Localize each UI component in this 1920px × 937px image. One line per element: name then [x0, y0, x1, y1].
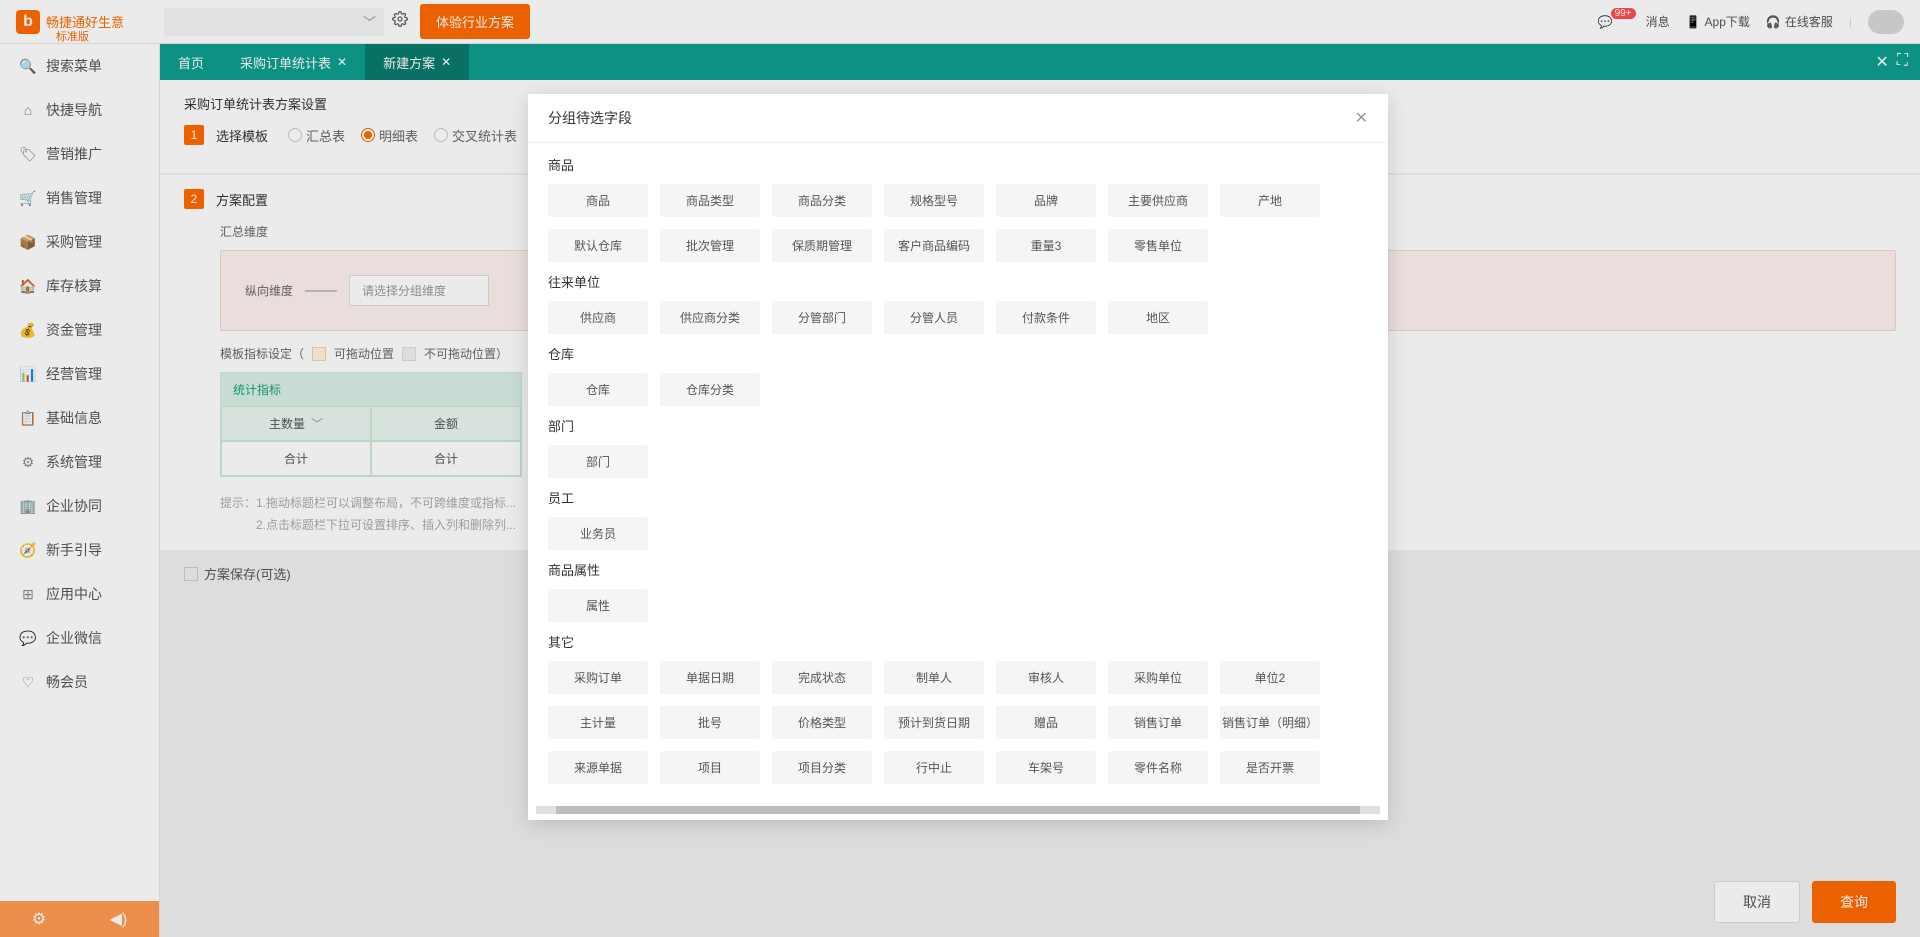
field-chip[interactable]: 零件名称: [1108, 751, 1208, 784]
field-chip[interactable]: 价格类型: [772, 706, 872, 739]
field-chip[interactable]: 分管人员: [884, 301, 984, 334]
field-chip[interactable]: 商品类型: [660, 184, 760, 217]
field-chip[interactable]: 是否开票: [1220, 751, 1320, 784]
field-chip[interactable]: 审核人: [996, 661, 1096, 694]
field-chip[interactable]: 批次管理: [660, 229, 760, 262]
field-chip[interactable]: 赠品: [996, 706, 1096, 739]
chip-row: 属性: [548, 589, 1368, 622]
group-title: 其它: [548, 632, 1368, 651]
field-chip[interactable]: 业务员: [548, 517, 648, 550]
field-chip[interactable]: 销售订单（明细）: [1220, 706, 1320, 739]
chip-row: 仓库仓库分类: [548, 373, 1368, 406]
field-chip[interactable]: 销售订单: [1108, 706, 1208, 739]
field-group-4: 员工业务员: [548, 488, 1368, 550]
chip-row: 业务员: [548, 517, 1368, 550]
field-selector-modal: 分组待选字段 ✕ 商品商品商品类型商品分类规格型号品牌主要供应商产地默认仓库批次…: [528, 94, 1388, 820]
field-chip[interactable]: 项目分类: [772, 751, 872, 784]
chip-row: 商品商品类型商品分类规格型号品牌主要供应商产地默认仓库批次管理保质期管理客户商品…: [548, 184, 1368, 262]
field-chip[interactable]: 仓库: [548, 373, 648, 406]
field-chip[interactable]: 主计量: [548, 706, 648, 739]
field-chip[interactable]: 品牌: [996, 184, 1096, 217]
horizontal-scrollbar[interactable]: [536, 806, 1380, 814]
group-title: 部门: [548, 416, 1368, 435]
field-chip[interactable]: 保质期管理: [772, 229, 872, 262]
field-chip[interactable]: 部门: [548, 445, 648, 478]
field-chip[interactable]: 地区: [1108, 301, 1208, 334]
modal-header: 分组待选字段 ✕: [528, 94, 1388, 143]
field-chip[interactable]: 供应商: [548, 301, 648, 334]
field-chip[interactable]: 主要供应商: [1108, 184, 1208, 217]
field-chip[interactable]: 完成状态: [772, 661, 872, 694]
field-chip[interactable]: 预计到货日期: [884, 706, 984, 739]
field-chip[interactable]: 付款条件: [996, 301, 1096, 334]
field-chip[interactable]: 行中止: [884, 751, 984, 784]
field-group-2: 仓库仓库仓库分类: [548, 344, 1368, 406]
field-group-5: 商品属性属性: [548, 560, 1368, 622]
group-title: 仓库: [548, 344, 1368, 363]
group-title: 商品: [548, 155, 1368, 174]
field-chip[interactable]: 零售单位: [1108, 229, 1208, 262]
field-group-1: 往来单位供应商供应商分类分管部门分管人员付款条件地区: [548, 272, 1368, 334]
field-chip[interactable]: 单位2: [1220, 661, 1320, 694]
field-chip[interactable]: 采购单位: [1108, 661, 1208, 694]
chip-row: 部门: [548, 445, 1368, 478]
chip-row: 采购订单单据日期完成状态制单人审核人采购单位单位2 主计量批号价格类型预计到货日期…: [548, 661, 1368, 784]
field-chip[interactable]: 项目: [660, 751, 760, 784]
field-chip[interactable]: 属性: [548, 589, 648, 622]
field-chip[interactable]: 单据日期: [660, 661, 760, 694]
field-chip[interactable]: 默认仓库: [548, 229, 648, 262]
field-group-6: 其它采购订单单据日期完成状态制单人审核人采购单位单位2 主计量批号价格类型预计到货…: [548, 632, 1368, 784]
close-icon[interactable]: ✕: [1355, 108, 1368, 128]
field-chip[interactable]: 规格型号: [884, 184, 984, 217]
field-chip[interactable]: 车架号: [996, 751, 1096, 784]
field-chip[interactable]: 产地: [1220, 184, 1320, 217]
field-chip[interactable]: 客户商品编码: [884, 229, 984, 262]
group-title: 往来单位: [548, 272, 1368, 291]
field-chip[interactable]: 商品分类: [772, 184, 872, 217]
field-chip[interactable]: 制单人: [884, 661, 984, 694]
group-title: 商品属性: [548, 560, 1368, 579]
group-title: 员工: [548, 488, 1368, 507]
chip-row: 供应商供应商分类分管部门分管人员付款条件地区: [548, 301, 1368, 334]
field-chip[interactable]: 来源单据: [548, 751, 648, 784]
modal-body: 商品商品商品类型商品分类规格型号品牌主要供应商产地默认仓库批次管理保质期管理客户…: [528, 143, 1388, 802]
field-group-3: 部门部门: [548, 416, 1368, 478]
field-chip[interactable]: 供应商分类: [660, 301, 760, 334]
field-chip[interactable]: 分管部门: [772, 301, 872, 334]
field-chip[interactable]: 商品: [548, 184, 648, 217]
field-chip[interactable]: 重量3: [996, 229, 1096, 262]
field-chip[interactable]: 仓库分类: [660, 373, 760, 406]
field-group-0: 商品商品商品类型商品分类规格型号品牌主要供应商产地默认仓库批次管理保质期管理客户…: [548, 155, 1368, 262]
field-chip[interactable]: 批号: [660, 706, 760, 739]
field-chip[interactable]: 采购订单: [548, 661, 648, 694]
modal-title: 分组待选字段: [548, 108, 632, 128]
